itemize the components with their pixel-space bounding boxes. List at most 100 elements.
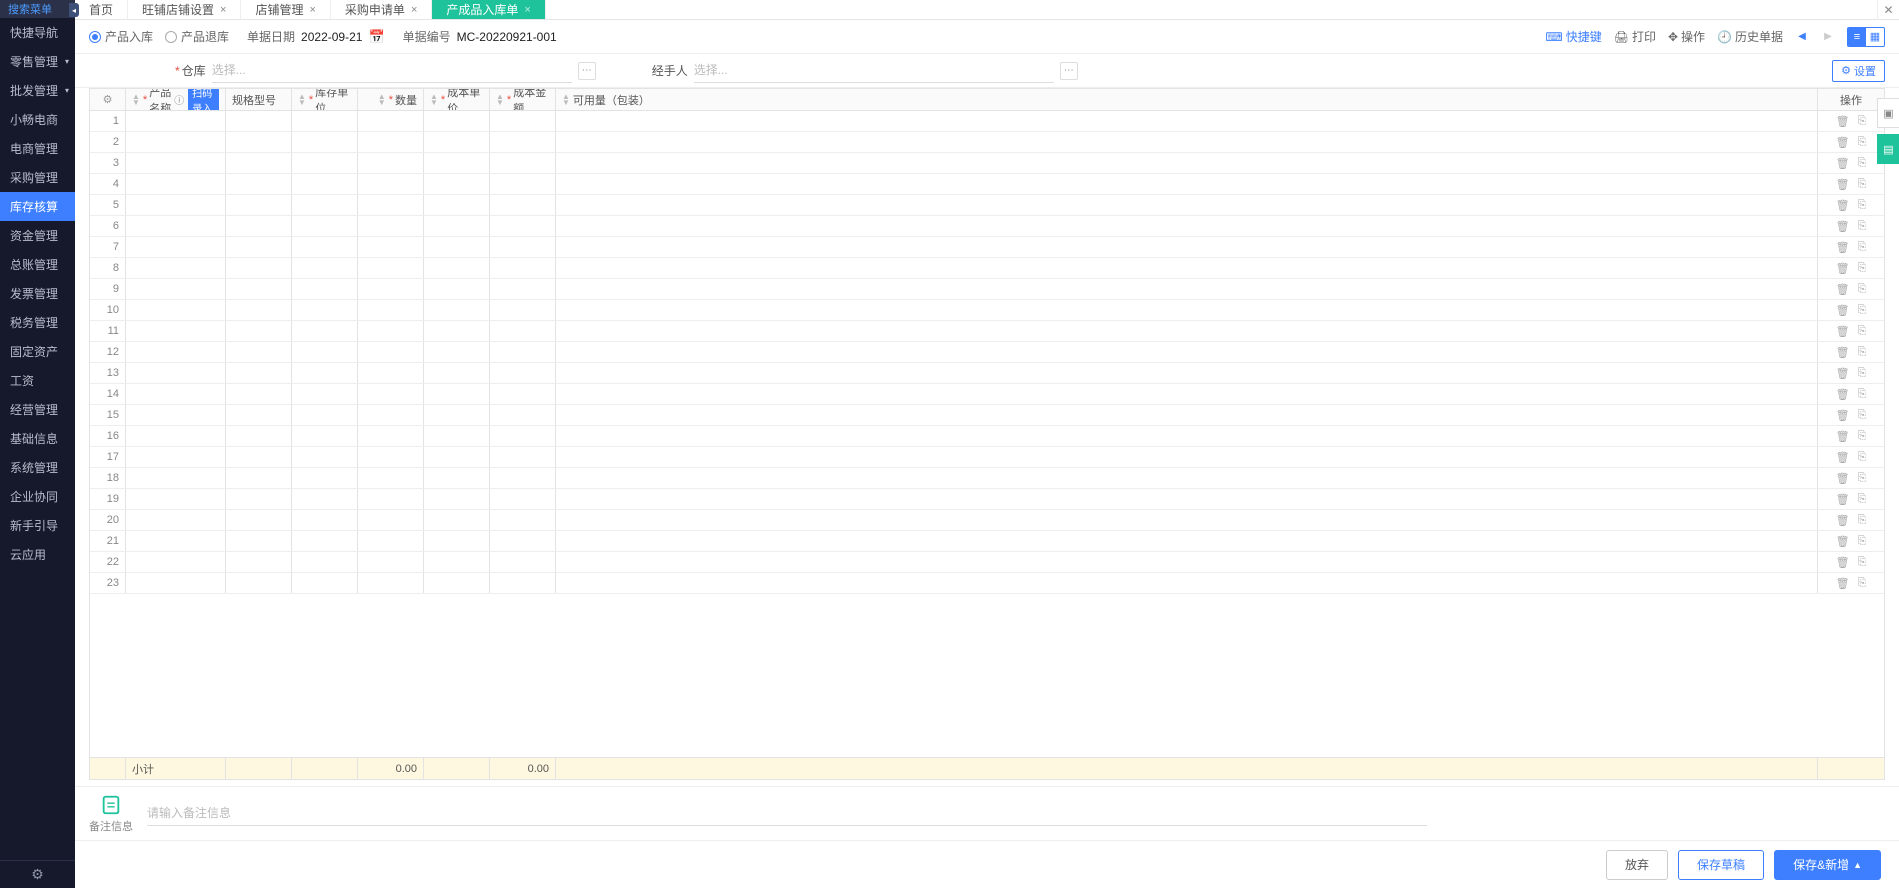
cell-qty[interactable] [358,195,424,215]
cell-spec[interactable] [226,174,292,194]
cell-unit[interactable] [292,174,358,194]
tab-2[interactable]: 店铺管理× [241,0,330,19]
cell-avail[interactable] [556,531,1818,551]
table-row[interactable]: 13🗑⎘ [90,363,1884,384]
cell-avail[interactable] [556,174,1818,194]
scan-badge[interactable]: 扫码录入 [188,89,219,110]
cell-avail[interactable] [556,468,1818,488]
cell-price[interactable] [424,447,490,467]
cell-name[interactable] [126,153,226,173]
cell-unit[interactable] [292,195,358,215]
history-prev-button[interactable]: ◀ [1795,28,1809,46]
copy-icon[interactable]: ⎘ [1858,115,1867,128]
cell-avail[interactable] [556,363,1818,383]
nav-item-10[interactable]: 税务管理 [0,308,75,337]
cell-price[interactable] [424,552,490,572]
cell-avail[interactable] [556,489,1818,509]
cell-qty[interactable] [358,111,424,131]
col-amount[interactable]: ▲▼*成本金额 [490,89,556,110]
delete-icon[interactable]: 🗑 [1836,241,1850,254]
cell-spec[interactable] [226,300,292,320]
cell-name[interactable] [126,321,226,341]
cell-price[interactable] [424,489,490,509]
hotkey-button[interactable]: ⌨ 快捷键 [1545,28,1601,45]
nav-item-1[interactable]: 零售管理▾ [0,47,75,76]
cell-spec[interactable] [226,531,292,551]
cell-price[interactable] [424,384,490,404]
cell-amount[interactable] [490,489,556,509]
delete-icon[interactable]: 🗑 [1836,556,1850,569]
gear-icon[interactable]: ⚙ [31,866,44,883]
nav-item-7[interactable]: 资金管理 [0,221,75,250]
col-product-name[interactable]: ▲▼ *产品名称ⓘ 扫码录入 [126,89,226,110]
cell-amount[interactable] [490,279,556,299]
cell-amount[interactable] [490,468,556,488]
cell-qty[interactable] [358,342,424,362]
view-grid-button[interactable]: ▦ [1866,28,1884,46]
copy-icon[interactable]: ⎘ [1858,556,1867,569]
cell-amount[interactable] [490,510,556,530]
tab-0[interactable]: 首页 [75,0,128,19]
nav-item-14[interactable]: 基础信息 [0,424,75,453]
cell-price[interactable] [424,531,490,551]
cell-price[interactable] [424,573,490,593]
cell-avail[interactable] [556,405,1818,425]
table-row[interactable]: 7🗑⎘ [90,237,1884,258]
cell-spec[interactable] [226,237,292,257]
cell-price[interactable] [424,174,490,194]
table-row[interactable]: 18🗑⎘ [90,468,1884,489]
cell-qty[interactable] [358,468,424,488]
table-row[interactable]: 21🗑⎘ [90,531,1884,552]
table-row[interactable]: 20🗑⎘ [90,510,1884,531]
delete-icon[interactable]: 🗑 [1836,367,1850,380]
cell-name[interactable] [126,531,226,551]
cell-avail[interactable] [556,573,1818,593]
cell-name[interactable] [126,405,226,425]
nav-item-0[interactable]: 快捷导航 [0,18,75,47]
cell-spec[interactable] [226,468,292,488]
cell-spec[interactable] [226,510,292,530]
cell-price[interactable] [424,216,490,236]
table-row[interactable]: 19🗑⎘ [90,489,1884,510]
cell-price[interactable] [424,237,490,257]
cell-name[interactable] [126,132,226,152]
cell-avail[interactable] [556,300,1818,320]
cell-amount[interactable] [490,132,556,152]
cell-name[interactable] [126,300,226,320]
copy-icon[interactable]: ⎘ [1858,535,1867,548]
delete-icon[interactable]: 🗑 [1836,283,1850,296]
cell-qty[interactable] [358,363,424,383]
close-icon[interactable]: × [411,4,417,16]
delete-icon[interactable]: 🗑 [1836,388,1850,401]
discard-button[interactable]: 放弃 [1606,850,1668,880]
cell-spec[interactable] [226,279,292,299]
cell-qty[interactable] [358,573,424,593]
nav-item-9[interactable]: 发票管理 [0,279,75,308]
cell-qty[interactable] [358,237,424,257]
cell-amount[interactable] [490,153,556,173]
delete-icon[interactable]: 🗑 [1836,115,1850,128]
nav-item-8[interactable]: 总账管理 [0,250,75,279]
nav-item-16[interactable]: 企业协同 [0,482,75,511]
col-gear[interactable]: ⚙ [90,89,126,110]
cell-qty[interactable] [358,447,424,467]
rail-button-2[interactable]: ▤ [1877,134,1899,164]
copy-icon[interactable]: ⎘ [1858,430,1867,443]
cell-qty[interactable] [358,405,424,425]
cell-name[interactable] [126,174,226,194]
remark-input[interactable] [147,802,1427,826]
cell-price[interactable] [424,111,490,131]
delete-icon[interactable]: 🗑 [1836,535,1850,548]
cell-qty[interactable] [358,321,424,341]
cell-amount[interactable] [490,531,556,551]
cell-name[interactable] [126,258,226,278]
copy-icon[interactable]: ⎘ [1858,514,1867,527]
col-unit[interactable]: ▲▼*库存单位 [292,89,358,110]
cell-amount[interactable] [490,216,556,236]
table-row[interactable]: 15🗑⎘ [90,405,1884,426]
cell-amount[interactable] [490,426,556,446]
cell-name[interactable] [126,237,226,257]
nav-item-11[interactable]: 固定资产 [0,337,75,366]
copy-icon[interactable]: ⎘ [1858,304,1867,317]
cell-qty[interactable] [358,279,424,299]
